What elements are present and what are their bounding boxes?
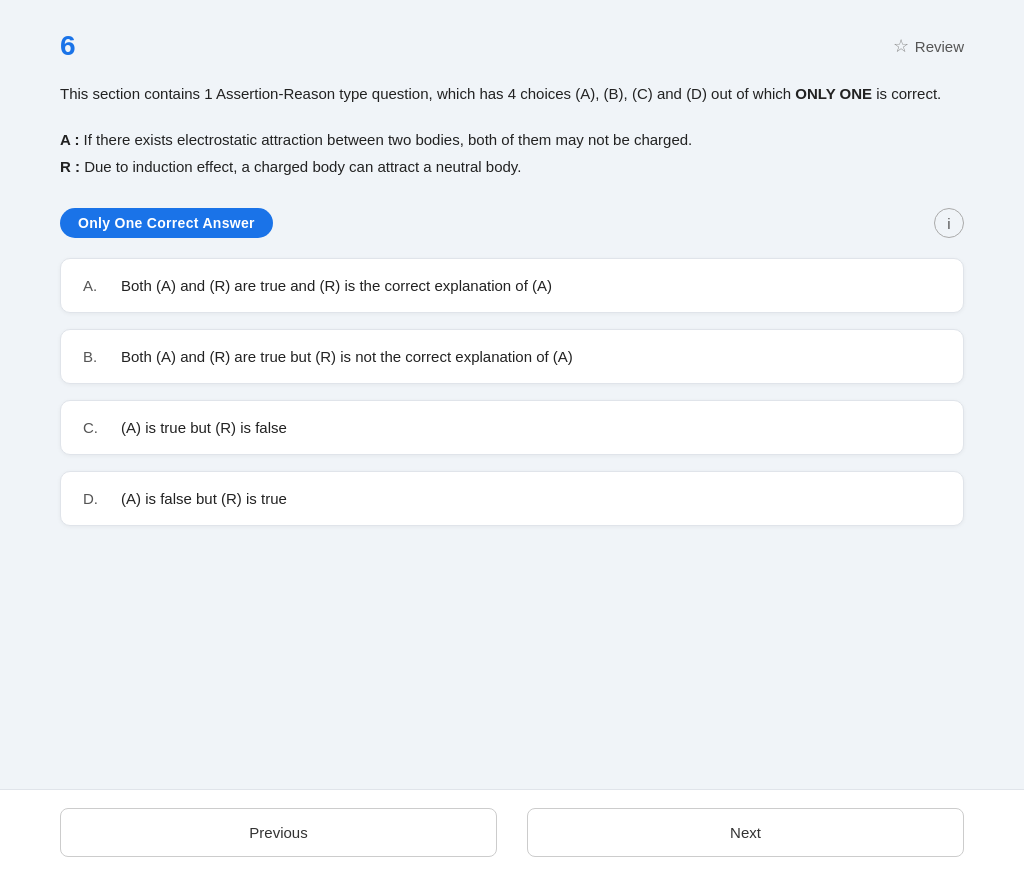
option-d-label: D. (83, 490, 105, 507)
option-a[interactable]: A. Both (A) and (R) are true and (R) is … (60, 258, 964, 313)
option-b-label: B. (83, 348, 105, 365)
question-intro: This section contains 1 Assertion-Reason… (60, 82, 964, 106)
assertion-text: If there exists electrostatic attraction… (84, 131, 693, 148)
option-d[interactable]: D. (A) is false but (R) is true (60, 471, 964, 526)
option-c[interactable]: C. (A) is true but (R) is false (60, 400, 964, 455)
review-button[interactable]: ☆ Review (893, 35, 964, 57)
previous-button[interactable]: Previous (60, 808, 497, 857)
option-a-label: A. (83, 277, 105, 294)
question-number: 6 (60, 30, 76, 62)
option-a-text: Both (A) and (R) are true and (R) is the… (121, 277, 552, 294)
footer: Previous Next (0, 789, 1024, 875)
reason-text: Due to induction effect, a charged body … (84, 158, 521, 175)
assertion-reason: A : If there exists electrostatic attrac… (60, 126, 964, 180)
option-b[interactable]: B. Both (A) and (R) are true but (R) is … (60, 329, 964, 384)
intro-suffix: is correct. (876, 85, 941, 102)
question-header: 6 ☆ Review (60, 30, 964, 62)
reason-label: R : (60, 158, 84, 175)
option-d-text: (A) is false but (R) is true (121, 490, 287, 507)
intro-text: This section contains 1 Assertion-Reason… (60, 85, 791, 102)
option-c-text: (A) is true but (R) is false (121, 419, 287, 436)
reason-line: R : Due to induction effect, a charged b… (60, 153, 964, 180)
next-button[interactable]: Next (527, 808, 964, 857)
review-label: Review (915, 38, 964, 55)
option-b-text: Both (A) and (R) are true but (R) is not… (121, 348, 573, 365)
page-container: 6 ☆ Review This section contains 1 Asser… (0, 0, 1024, 875)
main-content: 6 ☆ Review This section contains 1 Asser… (0, 0, 1024, 875)
intro-bold: ONLY ONE (795, 85, 872, 102)
answer-type-badge: Only One Correct Answer (60, 208, 273, 238)
assertion-line: A : If there exists electrostatic attrac… (60, 126, 964, 153)
assertion-label: A : (60, 131, 84, 148)
star-icon: ☆ (893, 35, 909, 57)
option-c-label: C. (83, 419, 105, 436)
info-icon[interactable]: i (934, 208, 964, 238)
info-symbol: i (947, 215, 950, 232)
options-container: A. Both (A) and (R) are true and (R) is … (60, 258, 964, 526)
badge-row: Only One Correct Answer i (60, 208, 964, 238)
